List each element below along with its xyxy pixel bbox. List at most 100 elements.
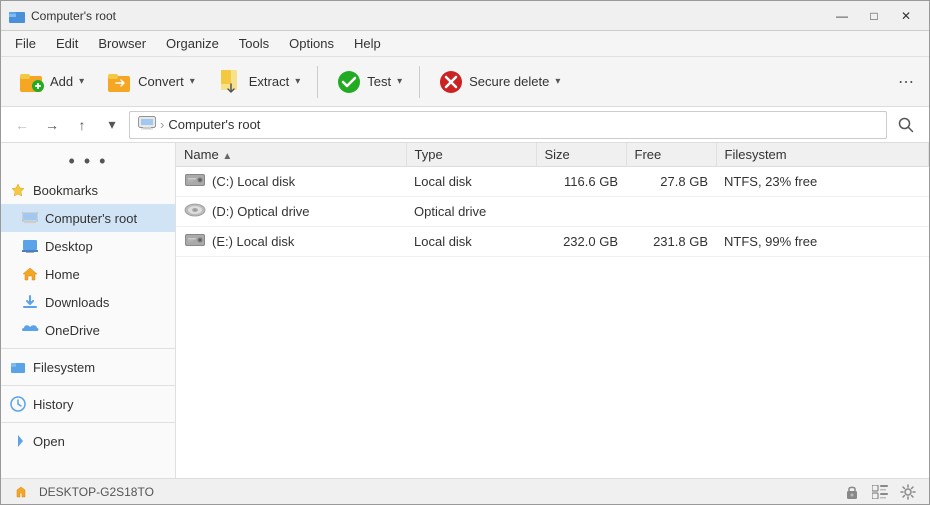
col-header-size[interactable]: Size xyxy=(536,143,626,167)
back-button[interactable]: ← xyxy=(9,112,35,138)
file-filesystem: NTFS, 23% free xyxy=(716,167,929,197)
col-header-free[interactable]: Free xyxy=(626,143,716,167)
optical-drive-icon xyxy=(184,202,206,221)
home-label: Home xyxy=(45,267,80,282)
window-title: Computer's root xyxy=(31,9,827,23)
open-label: Open xyxy=(33,434,65,449)
menu-item-organize[interactable]: Organize xyxy=(156,31,229,56)
file-size: 232.0 GB xyxy=(536,227,626,257)
secure-delete-dropdown-arrow: ▾ xyxy=(555,76,560,87)
extract-icon xyxy=(217,68,245,96)
secure-delete-label: Secure delete xyxy=(469,74,549,89)
file-name: (C:) Local disk xyxy=(212,174,295,189)
sidebar-item-desktop[interactable]: Desktop xyxy=(1,232,175,260)
file-table-body: (C:) Local diskLocal disk116.6 GB27.8 GB… xyxy=(176,167,929,257)
desktop-icon xyxy=(21,237,39,255)
convert-dropdown-arrow: ▾ xyxy=(190,76,195,87)
filesystem-icon xyxy=(9,358,27,376)
sidebar-more[interactable]: • • • xyxy=(1,147,175,176)
address-path[interactable]: › Computer's root xyxy=(129,111,887,139)
sidebar-item-home[interactable]: Home xyxy=(1,260,175,288)
hdd-icon xyxy=(184,172,206,191)
sidebar-item-downloads[interactable]: Downloads xyxy=(1,288,175,316)
status-icons xyxy=(841,481,919,503)
titlebar: Computer's root — □ ✕ xyxy=(1,1,929,31)
sidebar: • • • Bookmarks Computer's root xyxy=(1,143,176,478)
window-controls: — □ ✕ xyxy=(827,6,921,26)
path-computer-icon xyxy=(138,116,156,133)
desktop-label: Desktop xyxy=(45,239,93,254)
test-button[interactable]: Test ▾ xyxy=(326,62,411,102)
col-header-filesystem[interactable]: Filesystem xyxy=(716,143,929,167)
sidebar-item-filesystem[interactable]: Filesystem xyxy=(1,353,175,381)
onedrive-label: OneDrive xyxy=(45,323,100,338)
menu-item-options[interactable]: Options xyxy=(279,31,344,56)
sidebar-divider-3 xyxy=(1,422,175,423)
file-free xyxy=(626,197,716,227)
table-header-row: Name ▲ Type Size Free Filesystem xyxy=(176,143,929,167)
content-panel: Name ▲ Type Size Free Filesystem (C:) Lo… xyxy=(176,143,929,478)
open-icon xyxy=(9,432,27,450)
maximize-button[interactable]: □ xyxy=(859,6,889,26)
table-row[interactable]: (D:) Optical driveOptical drive xyxy=(176,197,929,227)
col-header-name[interactable]: Name ▲ xyxy=(176,143,406,167)
file-size xyxy=(536,197,626,227)
history-label: History xyxy=(33,397,73,412)
history-dropdown-button[interactable]: ▾ xyxy=(99,112,125,138)
toolbar: Add ▾ Convert ▾ Extract ▾ xyxy=(1,57,929,107)
convert-icon xyxy=(106,68,134,96)
search-button[interactable] xyxy=(891,111,921,139)
col-header-type[interactable]: Type xyxy=(406,143,536,167)
sidebar-item-onedrive[interactable]: OneDrive xyxy=(1,316,175,344)
extract-dropdown-arrow: ▾ xyxy=(295,76,300,87)
app-icon xyxy=(9,8,25,24)
extract-button[interactable]: Extract ▾ xyxy=(208,62,310,102)
minimize-button[interactable]: — xyxy=(827,6,857,26)
close-button[interactable]: ✕ xyxy=(891,6,921,26)
file-filesystem: NTFS, 99% free xyxy=(716,227,929,257)
menu-item-tools[interactable]: Tools xyxy=(229,31,279,56)
file-filesystem xyxy=(716,197,929,227)
extract-label: Extract xyxy=(249,74,289,89)
table-row[interactable]: (C:) Local diskLocal disk116.6 GB27.8 GB… xyxy=(176,167,929,197)
add-dropdown-arrow: ▾ xyxy=(79,76,84,87)
file-size: 116.6 GB xyxy=(536,167,626,197)
menu-item-edit[interactable]: Edit xyxy=(46,31,88,56)
history-icon xyxy=(9,395,27,413)
statusbar: DESKTOP-G2S18TO xyxy=(1,478,929,504)
menu-item-file[interactable]: File xyxy=(5,31,46,56)
bookmarks-label: Bookmarks xyxy=(33,183,98,198)
convert-label: Convert xyxy=(138,74,184,89)
toolbar-separator-1 xyxy=(317,66,318,98)
status-settings-icon[interactable] xyxy=(897,481,919,503)
home-icon xyxy=(21,265,39,283)
addressbar: ← → ↑ ▾ › Computer's root xyxy=(1,107,929,143)
toolbar-separator-2 xyxy=(419,66,420,98)
status-view-icon[interactable] xyxy=(869,481,891,503)
path-separator: › xyxy=(160,117,164,132)
hdd-icon xyxy=(184,232,206,251)
path-text: Computer's root xyxy=(168,117,260,132)
sidebar-item-history[interactable]: History xyxy=(1,390,175,418)
menu-item-browser[interactable]: Browser xyxy=(88,31,156,56)
toolbar-more-button[interactable]: ⋯ xyxy=(891,67,921,97)
sidebar-item-bookmarks[interactable]: Bookmarks xyxy=(1,176,175,204)
convert-button[interactable]: Convert ▾ xyxy=(97,62,204,102)
bookmarks-icon xyxy=(9,181,27,199)
table-row[interactable]: (E:) Local diskLocal disk232.0 GB231.8 G… xyxy=(176,227,929,257)
menu-item-help[interactable]: Help xyxy=(344,31,391,56)
file-type: Optical drive xyxy=(406,197,536,227)
file-type: Local disk xyxy=(406,167,536,197)
status-lock-icon[interactable] xyxy=(841,481,863,503)
secure-delete-button[interactable]: Secure delete ▾ xyxy=(428,62,569,102)
test-dropdown-arrow: ▾ xyxy=(397,76,402,87)
file-table: Name ▲ Type Size Free Filesystem (C:) Lo… xyxy=(176,143,929,257)
sidebar-item-computer-root[interactable]: Computer's root xyxy=(1,204,175,232)
file-free: 231.8 GB xyxy=(626,227,716,257)
downloads-label: Downloads xyxy=(45,295,109,310)
up-button[interactable]: ↑ xyxy=(69,112,95,138)
main-area: • • • Bookmarks Computer's root xyxy=(1,143,929,478)
sidebar-item-open[interactable]: Open xyxy=(1,427,175,455)
forward-button[interactable]: → xyxy=(39,112,65,138)
add-button[interactable]: Add ▾ xyxy=(9,62,93,102)
